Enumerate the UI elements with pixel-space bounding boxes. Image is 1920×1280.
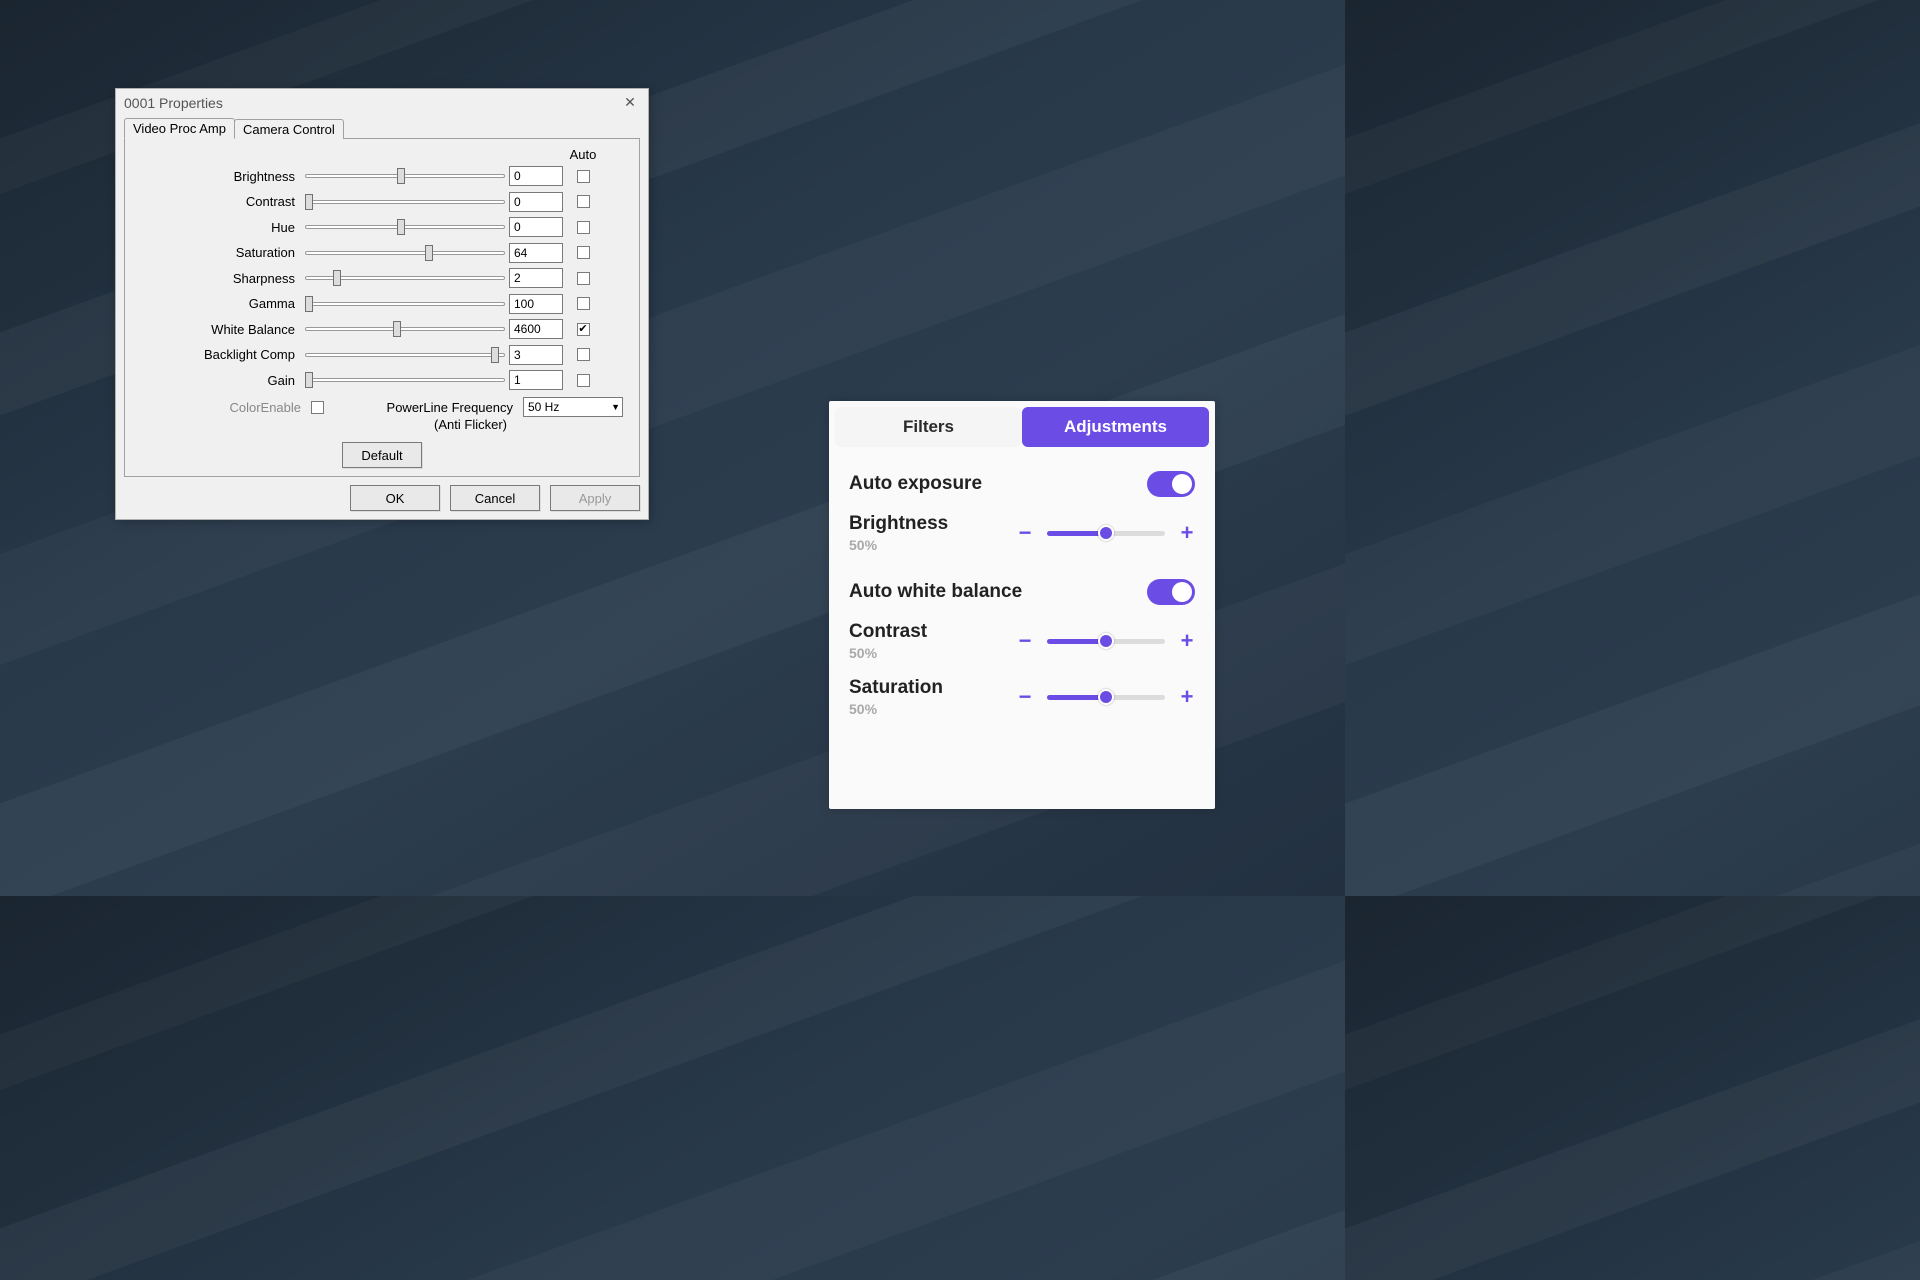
- prop-label: Contrast: [135, 194, 305, 209]
- auto-white-balance-toggle[interactable]: [1147, 579, 1195, 605]
- prop-row-white-balance: White Balance 4600 ✔: [135, 317, 629, 343]
- dialog-button-bar: OK Cancel Apply: [116, 485, 648, 519]
- prop-auto-checkbox[interactable]: [577, 272, 590, 285]
- prop-slider[interactable]: [305, 219, 505, 235]
- contrast-row: Contrast 50% − +: [849, 621, 1195, 661]
- brightness-slider[interactable]: [1047, 531, 1165, 536]
- prop-row-sharpness: Sharpness 2: [135, 266, 629, 292]
- contrast-label: Contrast: [849, 621, 927, 643]
- prop-value-input[interactable]: 0: [509, 166, 563, 186]
- prop-slider[interactable]: [305, 347, 505, 363]
- cancel-button[interactable]: Cancel: [450, 485, 540, 511]
- contrast-minus-button[interactable]: −: [1017, 628, 1033, 654]
- prop-slider[interactable]: [305, 194, 505, 210]
- tabstrip: Video Proc Amp Camera Control: [124, 116, 640, 138]
- prop-auto-checkbox[interactable]: [577, 297, 590, 310]
- prop-auto-checkbox[interactable]: [577, 221, 590, 234]
- tab-adjustments[interactable]: Adjustments: [1022, 407, 1209, 447]
- prop-auto-checkbox[interactable]: [577, 170, 590, 183]
- apply-button[interactable]: Apply: [550, 485, 640, 511]
- prop-value-input[interactable]: 3: [509, 345, 563, 365]
- prop-auto-checkbox[interactable]: [577, 348, 590, 361]
- anti-flicker-row: (Anti Flicker): [135, 417, 629, 432]
- contrast-plus-button[interactable]: +: [1179, 628, 1195, 654]
- prop-slider[interactable]: [305, 168, 505, 184]
- saturation-percent: 50%: [849, 701, 943, 717]
- saturation-row: Saturation 50% − +: [849, 677, 1195, 717]
- anti-flicker-label: (Anti Flicker): [135, 417, 511, 432]
- brightness-percent: 50%: [849, 537, 948, 553]
- prop-value-input[interactable]: 100: [509, 294, 563, 314]
- saturation-slider[interactable]: [1047, 695, 1165, 700]
- prop-label: Sharpness: [135, 271, 305, 286]
- auto-exposure-toggle[interactable]: [1147, 471, 1195, 497]
- prop-auto-checkbox[interactable]: [577, 195, 590, 208]
- auto-header: Auto: [563, 147, 603, 162]
- prop-slider[interactable]: [305, 296, 505, 312]
- auto-white-balance-label: Auto white balance: [849, 581, 1022, 603]
- prop-auto-checkbox[interactable]: [577, 246, 590, 259]
- panel-tabs: Filters Adjustments: [829, 401, 1215, 453]
- color-enable-label: ColorEnable: [135, 400, 305, 415]
- prop-slider[interactable]: [305, 245, 505, 261]
- powerline-select[interactable]: 50 Hz ▼: [523, 397, 623, 417]
- tab-filters[interactable]: Filters: [835, 407, 1022, 447]
- prop-label: Backlight Comp: [135, 347, 305, 362]
- window-title: 0001 Properties: [124, 95, 223, 111]
- contrast-slider[interactable]: [1047, 639, 1165, 644]
- dropdown-arrow-icon: ▼: [611, 402, 620, 412]
- auto-header-row: Auto: [135, 147, 629, 162]
- brightness-row: Brightness 50% − +: [849, 513, 1195, 553]
- tab-body: Auto Brightness 0 Contrast 0 Hue 0 Saturation 6…: [124, 139, 640, 478]
- prop-row-gain: Gain 1: [135, 368, 629, 394]
- tab-video-proc-amp[interactable]: Video Proc Amp: [124, 118, 235, 139]
- saturation-minus-button[interactable]: −: [1017, 684, 1033, 710]
- prop-value-input[interactable]: 64: [509, 243, 563, 263]
- prop-row-contrast: Contrast 0: [135, 189, 629, 215]
- prop-label: Gamma: [135, 296, 305, 311]
- ok-button[interactable]: OK: [350, 485, 440, 511]
- powerline-label: PowerLine Frequency: [347, 400, 517, 415]
- brightness-label: Brightness: [849, 513, 948, 535]
- prop-value-input[interactable]: 2: [509, 268, 563, 288]
- prop-label: Gain: [135, 373, 305, 388]
- prop-label: White Balance: [135, 322, 305, 337]
- prop-row-backlight-comp: Backlight Comp 3: [135, 342, 629, 368]
- prop-row-saturation: Saturation 64: [135, 240, 629, 266]
- saturation-plus-button[interactable]: +: [1179, 684, 1195, 710]
- prop-label: Hue: [135, 220, 305, 235]
- prop-slider[interactable]: [305, 270, 505, 286]
- close-icon[interactable]: ✕: [620, 93, 640, 113]
- powerline-value: 50 Hz: [528, 400, 559, 414]
- prop-label: Brightness: [135, 169, 305, 184]
- prop-row-hue: Hue 0: [135, 215, 629, 241]
- properties-dialog: 0001 Properties ✕ Video Proc Amp Camera …: [115, 88, 649, 520]
- auto-white-balance-row: Auto white balance: [849, 579, 1195, 605]
- prop-label: Saturation: [135, 245, 305, 260]
- prop-value-input[interactable]: 0: [509, 217, 563, 237]
- auto-exposure-row: Auto exposure: [849, 471, 1195, 497]
- misc-row: ColorEnable PowerLine Frequency 50 Hz ▼: [135, 397, 629, 417]
- prop-value-input[interactable]: 4600: [509, 319, 563, 339]
- brightness-minus-button[interactable]: −: [1017, 520, 1033, 546]
- prop-auto-checkbox[interactable]: ✔: [577, 323, 590, 336]
- auto-exposure-label: Auto exposure: [849, 473, 982, 495]
- contrast-percent: 50%: [849, 645, 927, 661]
- titlebar[interactable]: 0001 Properties ✕: [116, 89, 648, 116]
- brightness-plus-button[interactable]: +: [1179, 520, 1195, 546]
- prop-slider[interactable]: [305, 321, 505, 337]
- default-button[interactable]: Default: [342, 442, 421, 468]
- tab-camera-control[interactable]: Camera Control: [234, 119, 344, 139]
- saturation-label: Saturation: [849, 677, 943, 699]
- adjustments-panel: Filters Adjustments Auto exposure Bright…: [829, 401, 1215, 809]
- prop-row-brightness: Brightness 0: [135, 164, 629, 190]
- prop-auto-checkbox[interactable]: [577, 374, 590, 387]
- prop-value-input[interactable]: 0: [509, 192, 563, 212]
- prop-slider[interactable]: [305, 372, 505, 388]
- prop-value-input[interactable]: 1: [509, 370, 563, 390]
- prop-row-gamma: Gamma 100: [135, 291, 629, 317]
- color-enable-checkbox[interactable]: [311, 401, 341, 414]
